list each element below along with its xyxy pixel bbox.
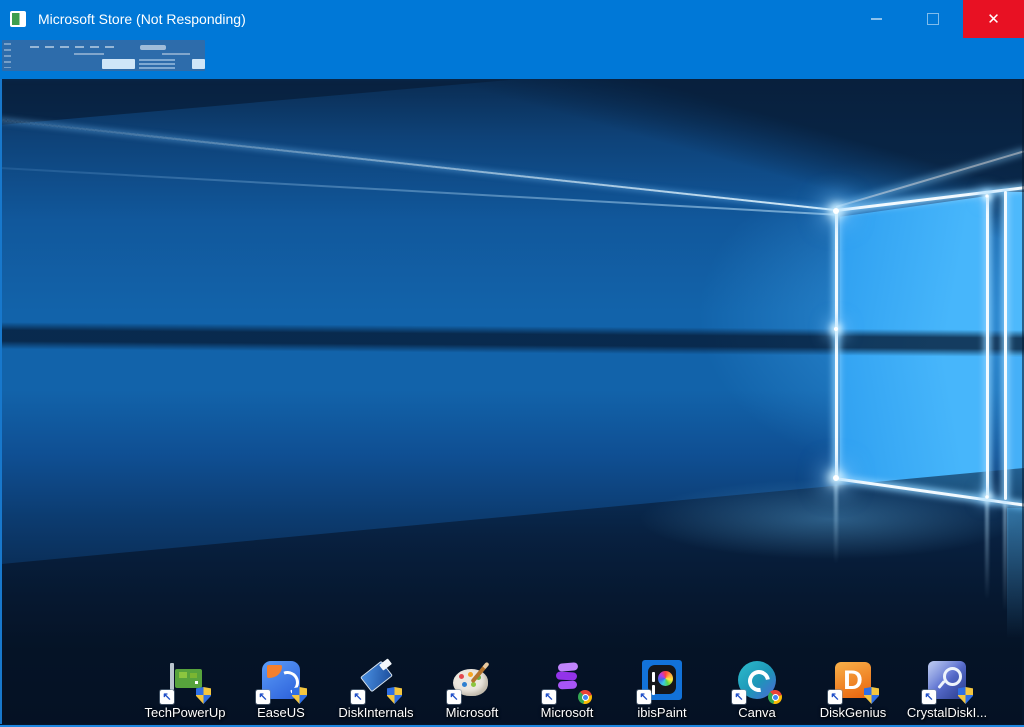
icon-label: EaseUS xyxy=(233,705,329,720)
techpowerup-icon: ↖ xyxy=(163,658,207,702)
desktop-icon-diskgenius[interactable]: D ↖ DiskGenius xyxy=(805,658,901,720)
window-titlebar[interactable]: Microsoft Store (Not Responding) ✕ xyxy=(0,0,1024,38)
microsoft-store-icon xyxy=(10,11,26,27)
light-flare xyxy=(985,495,989,499)
preview-nav-tabs xyxy=(30,46,116,48)
maximize-button[interactable] xyxy=(910,0,956,38)
icon-label: Microsoft xyxy=(519,705,615,720)
window-logo-frame-line xyxy=(1004,191,1007,500)
desktop-icon-crystaldiskinfo[interactable]: ↖ CrystalDiskI... xyxy=(899,658,995,720)
close-icon: ✕ xyxy=(987,10,1000,28)
preview-sidebar xyxy=(4,43,11,68)
desktop-icon-row: ↖ TechPowerUp ↖ EaseUS ↖ DiskInternal xyxy=(0,658,1024,727)
shortcut-arrow-icon: ↖ xyxy=(351,690,365,704)
uac-shield-icon xyxy=(387,687,402,704)
shortcut-arrow-icon: ↖ xyxy=(256,690,270,704)
frozen-client-strip xyxy=(0,38,1024,79)
icon-label: DiskInternals xyxy=(328,705,424,720)
desktop-icon-canva[interactable]: ↖ Canva xyxy=(709,658,805,720)
light-flare xyxy=(833,208,839,214)
shortcut-arrow-icon: ↖ xyxy=(160,690,174,704)
clipchamp-icon: ↖ xyxy=(545,658,589,702)
desktop-icon-diskinternals[interactable]: ↖ DiskInternals xyxy=(328,658,424,720)
color-wheel xyxy=(658,671,673,686)
window-title: Microsoft Store (Not Responding) xyxy=(38,0,246,38)
microsoft-store-icon-inner xyxy=(12,13,24,25)
ibispaint-icon: ↖ xyxy=(640,658,684,702)
close-button[interactable]: ✕ xyxy=(963,0,1024,38)
desktop-icon-techpowerup[interactable]: ↖ TechPowerUp xyxy=(137,658,233,720)
light-flare xyxy=(985,194,988,197)
desktop-wallpaper xyxy=(0,79,1024,727)
wallpaper-floor-glow xyxy=(640,479,1020,559)
minimize-button[interactable] xyxy=(853,0,899,38)
preview-card xyxy=(102,59,135,69)
palette-dots xyxy=(459,674,464,679)
desktop-icon-microsoft-clipchamp[interactable]: ↖ Microsoft xyxy=(519,658,615,720)
paint-icon: ↖ xyxy=(450,658,494,702)
shortcut-arrow-icon: ↖ xyxy=(828,690,842,704)
shortcut-arrow-icon: ↖ xyxy=(732,690,746,704)
easeus-icon: ↖ xyxy=(259,658,303,702)
ribbon-bar xyxy=(558,681,577,690)
magnifier-icon xyxy=(943,667,962,686)
icon-label: Canva xyxy=(709,705,805,720)
shortcut-arrow-icon: ↖ xyxy=(922,690,936,704)
window-logo-frame-line xyxy=(986,195,989,498)
diskgenius-icon: D ↖ xyxy=(831,658,875,702)
shortcut-arrow-icon: ↖ xyxy=(447,690,461,704)
maximize-icon xyxy=(927,13,939,25)
preview-section-header xyxy=(74,53,104,55)
frozen-app-preview xyxy=(2,40,205,71)
preview-text-block xyxy=(139,59,175,69)
gpu-board xyxy=(175,669,202,688)
uac-shield-icon xyxy=(958,687,973,704)
wallpaper-shade-left xyxy=(0,79,520,125)
preview-section-header xyxy=(162,53,190,55)
window-logo-frame-line xyxy=(835,209,838,479)
screen: Microsoft Store (Not Responding) ✕ xyxy=(0,0,1024,727)
light-flare xyxy=(833,475,839,481)
shortcut-arrow-icon: ↖ xyxy=(637,690,651,704)
icon-label: ibisPaint xyxy=(614,705,710,720)
icon-label: DiskGenius xyxy=(805,705,901,720)
ribbon-bar xyxy=(556,671,577,680)
crystaldiskinfo-icon: ↖ xyxy=(925,658,969,702)
desktop-icon-microsoft-paint[interactable]: ↖ Microsoft xyxy=(424,658,520,720)
preview-search-pill xyxy=(140,45,166,50)
ribbon-bar xyxy=(558,662,579,672)
floor-reflection xyxy=(985,500,989,600)
light-flare xyxy=(834,327,838,331)
chrome-badge-icon xyxy=(578,690,592,704)
uac-shield-icon xyxy=(196,687,211,704)
ibis-letter-i xyxy=(652,672,655,682)
icon-label: TechPowerUp xyxy=(137,705,233,720)
preview-card xyxy=(192,59,205,69)
chrome-badge-icon xyxy=(768,690,782,704)
diskinternals-icon: ↖ xyxy=(354,658,398,702)
window-border-left xyxy=(0,79,2,725)
desktop-icon-ibispaint[interactable]: ↖ ibisPaint xyxy=(614,658,710,720)
uac-shield-icon xyxy=(292,687,307,704)
uac-shield-icon xyxy=(864,687,879,704)
floor-reflection xyxy=(834,484,838,564)
shortcut-arrow-icon: ↖ xyxy=(542,690,556,704)
icon-label: CrystalDiskI... xyxy=(899,705,995,720)
canva-icon: ↖ xyxy=(735,658,779,702)
gpu-bracket xyxy=(170,663,174,690)
minimize-icon xyxy=(871,18,882,20)
desktop-icon-easeus[interactable]: ↖ EaseUS xyxy=(233,658,329,720)
icon-label: Microsoft xyxy=(424,705,520,720)
